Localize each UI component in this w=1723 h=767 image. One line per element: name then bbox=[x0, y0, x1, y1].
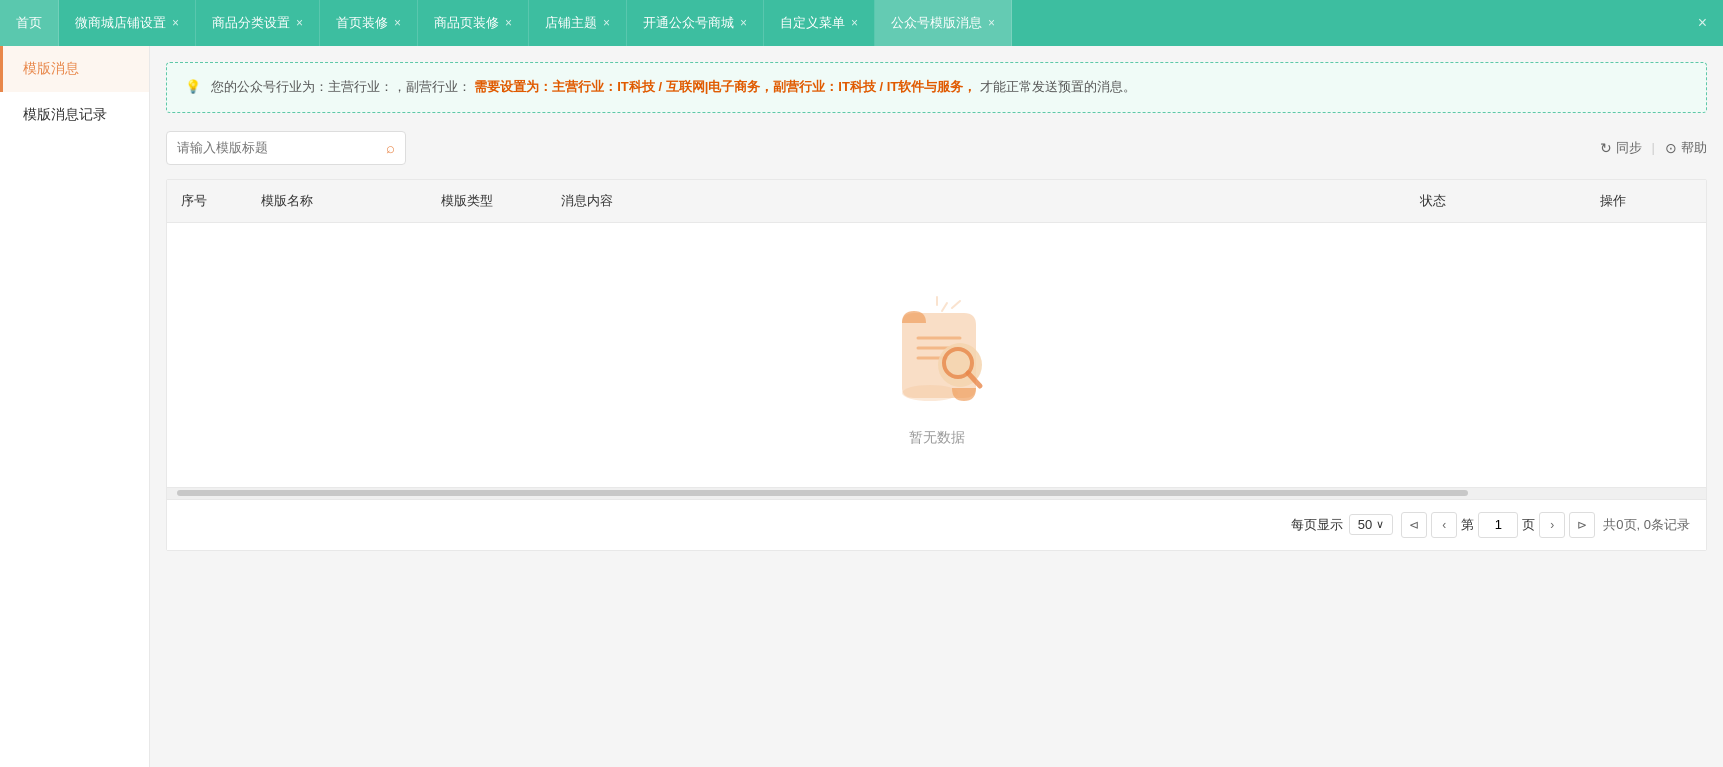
scroll-bar-area[interactable] bbox=[167, 487, 1706, 499]
svg-line-7 bbox=[942, 303, 947, 311]
next-page-button[interactable]: › bbox=[1539, 512, 1565, 538]
toolbar-right: ↻ 同步 | ⊙ 帮助 bbox=[1600, 139, 1707, 157]
close-theme-icon[interactable]: × bbox=[603, 16, 610, 30]
nav-tab-template-msg-label: 公众号模版消息 bbox=[891, 14, 982, 32]
notice-box: 💡 您的公众号行业为：主营行业：，副营行业： 需要设置为：主营行业：IT科技 /… bbox=[166, 62, 1707, 113]
last-page-button[interactable]: ⊳ bbox=[1569, 512, 1595, 538]
sync-button[interactable]: ↻ 同步 bbox=[1600, 139, 1642, 157]
th-status: 状态 bbox=[1406, 180, 1586, 222]
table-wrap: 序号 模版名称 模版类型 消息内容 状态 操作 bbox=[166, 179, 1707, 551]
nav-tab-category[interactable]: 商品分类设置 × bbox=[196, 0, 320, 46]
close-all-button[interactable]: × bbox=[1682, 14, 1723, 32]
close-category-icon[interactable]: × bbox=[296, 16, 303, 30]
close-template-msg-icon[interactable]: × bbox=[988, 16, 995, 30]
chevron-down-icon: ∨ bbox=[1376, 518, 1384, 531]
close-product-icon[interactable]: × bbox=[505, 16, 512, 30]
page-size-label: 每页显示 bbox=[1291, 516, 1343, 534]
help-button[interactable]: ⊙ 帮助 bbox=[1665, 139, 1707, 157]
sync-label: 同步 bbox=[1616, 139, 1642, 157]
empty-illustration bbox=[872, 283, 1002, 413]
sidebar: 模版消息 模版消息记录 bbox=[0, 46, 150, 767]
page-size-value: 50 bbox=[1358, 517, 1372, 532]
scroll-bar-inner bbox=[177, 490, 1468, 496]
nav-tab-product-label: 商品页装修 bbox=[434, 14, 499, 32]
sync-icon: ↻ bbox=[1600, 140, 1612, 156]
nav-tab-homepage[interactable]: 首页装修 × bbox=[320, 0, 418, 46]
content-area: 💡 您的公众号行业为：主营行业：，副营行业： 需要设置为：主营行业：IT科技 /… bbox=[150, 46, 1723, 767]
pagination-bar: 每页显示 50 ∨ ⊲ ‹ 第 页 › ⊳ 共0页, 0条记录 bbox=[167, 499, 1706, 550]
nav-tab-theme-label: 店铺主题 bbox=[545, 14, 597, 32]
close-custom-menu-icon[interactable]: × bbox=[851, 16, 858, 30]
nav-tab-home-label: 首页 bbox=[16, 14, 42, 32]
main-layout: 模版消息 模版消息记录 💡 您的公众号行业为：主营行业：，副营行业： 需要设置为… bbox=[0, 46, 1723, 767]
nav-tab-template-msg[interactable]: 公众号模版消息 × bbox=[875, 0, 1012, 46]
empty-state: 暂无数据 bbox=[167, 223, 1706, 487]
nav-tab-custom-menu-label: 自定义菜单 bbox=[780, 14, 845, 32]
first-page-button[interactable]: ⊲ bbox=[1401, 512, 1427, 538]
nav-tab-theme[interactable]: 店铺主题 × bbox=[529, 0, 627, 46]
total-info: 共0页, 0条记录 bbox=[1603, 516, 1690, 534]
toolbar-divider: | bbox=[1652, 140, 1655, 155]
search-bar: ⌕ ↻ 同步 | ⊙ 帮助 bbox=[166, 131, 1707, 165]
nav-tab-weishop-label: 微商城店铺设置 bbox=[75, 14, 166, 32]
nav-tab-homepage-label: 首页装修 bbox=[336, 14, 388, 32]
th-index: 序号 bbox=[167, 180, 247, 222]
close-homepage-icon[interactable]: × bbox=[394, 16, 401, 30]
notice-icon: 💡 bbox=[185, 79, 201, 94]
top-nav: 首页 微商城店铺设置 × 商品分类设置 × 首页装修 × 商品页装修 × 店铺主… bbox=[0, 0, 1723, 46]
table-header: 序号 模版名称 模版类型 消息内容 状态 操作 bbox=[167, 180, 1706, 223]
sidebar-item-template[interactable]: 模版消息 bbox=[0, 46, 149, 92]
empty-state-text: 暂无数据 bbox=[909, 429, 965, 447]
nav-tab-custom-menu[interactable]: 自定义菜单 × bbox=[764, 0, 875, 46]
page-number-input[interactable] bbox=[1478, 512, 1518, 538]
nav-tab-wechat-shop[interactable]: 开通公众号商城 × bbox=[627, 0, 764, 46]
svg-line-8 bbox=[952, 301, 960, 308]
help-icon: ⊙ bbox=[1665, 140, 1677, 156]
nav-tab-wechat-shop-label: 开通公众号商城 bbox=[643, 14, 734, 32]
page-unit: 页 bbox=[1522, 516, 1535, 534]
prev-page-button[interactable]: ‹ bbox=[1431, 512, 1457, 538]
sidebar-item-template-record[interactable]: 模版消息记录 bbox=[0, 92, 149, 138]
th-content: 消息内容 bbox=[547, 180, 1406, 222]
th-type: 模版类型 bbox=[427, 180, 547, 222]
notice-highlight: 需要设置为：主营行业：IT科技 / 互联网|电子商务，副营行业：IT科技 / I… bbox=[474, 79, 976, 94]
pagination-controls: ⊲ ‹ 第 页 › ⊳ bbox=[1401, 512, 1595, 538]
nav-tab-category-label: 商品分类设置 bbox=[212, 14, 290, 32]
th-action: 操作 bbox=[1586, 180, 1706, 222]
help-label: 帮助 bbox=[1681, 139, 1707, 157]
close-wechat-shop-icon[interactable]: × bbox=[740, 16, 747, 30]
page-size-box[interactable]: 50 ∨ bbox=[1349, 514, 1393, 535]
nav-tab-weishop[interactable]: 微商城店铺设置 × bbox=[59, 0, 196, 46]
search-input[interactable] bbox=[177, 140, 386, 155]
nav-tab-home[interactable]: 首页 bbox=[0, 0, 59, 46]
di-label: 第 bbox=[1461, 516, 1474, 534]
close-weishop-icon[interactable]: × bbox=[172, 16, 179, 30]
notice-text-suffix: 才能正常发送预置的消息。 bbox=[980, 79, 1136, 94]
search-icon[interactable]: ⌕ bbox=[386, 139, 395, 156]
notice-text-prefix: 您的公众号行业为：主营行业：，副营行业： bbox=[211, 79, 471, 94]
search-input-wrap: ⌕ bbox=[166, 131, 406, 165]
th-name: 模版名称 bbox=[247, 180, 427, 222]
sidebar-item-template-label: 模版消息 bbox=[23, 60, 79, 76]
page-size-select: 每页显示 50 ∨ bbox=[1291, 514, 1393, 535]
sidebar-item-template-record-label: 模版消息记录 bbox=[23, 106, 107, 122]
nav-tab-product[interactable]: 商品页装修 × bbox=[418, 0, 529, 46]
